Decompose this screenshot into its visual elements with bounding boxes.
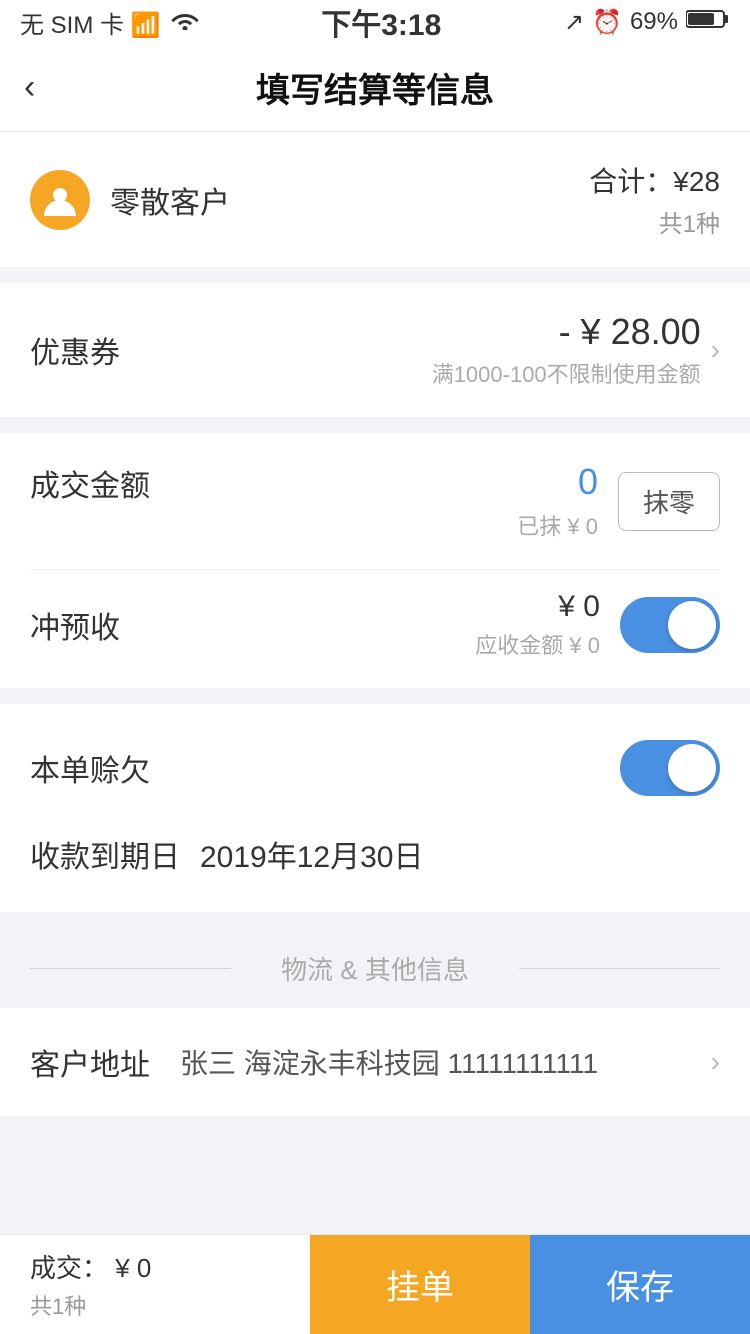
amount-value: 0: [517, 461, 598, 503]
customer-left: 零散客户: [30, 170, 230, 230]
wifi-icon: [171, 8, 199, 37]
sim-signal: 无 SIM 卡 📶: [20, 5, 161, 40]
alarm-icon: ⏰: [592, 8, 622, 37]
coupon-row[interactable]: 优惠券 - ¥ 28.00 满1000-100不限制使用金额 ›: [0, 283, 750, 417]
amount-right: 0 已抹 ¥ 0 抹零: [517, 461, 720, 541]
status-bar: 无 SIM 卡 📶 下午3:18 ↗ ⏰ 69%: [0, 0, 750, 44]
bottom-bar: 成交： ¥ 0 共1种 挂单 保存: [0, 1234, 750, 1334]
coupon-section: 优惠券 - ¥ 28.00 满1000-100不限制使用金额 ›: [0, 283, 750, 417]
status-left: 无 SIM 卡 📶: [20, 5, 199, 40]
debt-toggle-knob: [668, 744, 716, 792]
customer-section: 零散客户 合计：¥28 共1种: [0, 132, 750, 267]
bottom-deal-amount: 成交： ¥ 0: [30, 1248, 280, 1285]
debt-section: 本单赊欠 收款到期日 2019年12月30日: [0, 704, 750, 912]
address-section: 客户地址 张三 海淀永丰科技园 11111111111 ›: [0, 1008, 750, 1116]
prepay-sub: 应收金额 ¥ 0: [475, 628, 600, 660]
toggle-knob: [668, 601, 716, 649]
logistics-line-right: [519, 968, 720, 969]
prepay-right: ¥ 0 应收金额 ¥ 0: [475, 590, 720, 660]
prepay-value-group: ¥ 0 应收金额 ¥ 0: [475, 590, 600, 660]
round-button[interactable]: 抹零: [618, 472, 720, 531]
debt-row: 本单赊欠: [0, 704, 750, 832]
battery-icon: [686, 8, 730, 37]
amount-label: 成交金额: [30, 461, 150, 505]
logistics-line-left: [30, 968, 231, 969]
customer-row: 零散客户 合计：¥28 共1种: [0, 132, 750, 267]
coupon-chevron-icon: ›: [711, 334, 720, 366]
save-button[interactable]: 保存: [530, 1235, 750, 1334]
back-button[interactable]: ‹: [24, 68, 35, 107]
status-right: ↗ ⏰ 69%: [564, 8, 730, 37]
prepay-label: 冲预收: [30, 603, 120, 647]
prepay-row: 冲预收 ¥ 0 应收金额 ¥ 0: [0, 570, 750, 688]
amount-value-group: 0 已抹 ¥ 0: [517, 461, 598, 541]
customer-name: 零散客户: [110, 178, 230, 222]
address-label: 客户地址: [30, 1040, 150, 1084]
address-value: 张三 海淀永丰科技园 11111111111: [180, 1042, 711, 1082]
debt-label: 本单赊欠: [30, 746, 150, 790]
transaction-section: 成交金额 0 已抹 ¥ 0 抹零 冲预收 ¥ 0 应收金额 ¥ 0: [0, 433, 750, 688]
coupon-sub-text: 满1000-100不限制使用金额: [432, 357, 701, 389]
address-chevron-icon: ›: [711, 1046, 720, 1078]
coupon-right: - ¥ 28.00 满1000-100不限制使用金额 ›: [432, 311, 720, 389]
avatar: [30, 170, 90, 230]
hang-button[interactable]: 挂单: [310, 1235, 530, 1334]
customer-right: 合计：¥28 共1种: [589, 160, 720, 239]
logistics-header: 物流 & 其他信息: [0, 928, 750, 1008]
address-row[interactable]: 客户地址 张三 海淀永丰科技园 11111111111 ›: [0, 1008, 750, 1116]
due-date-label: 收款到期日: [30, 832, 180, 876]
amount-row: 成交金额 0 已抹 ¥ 0 抹零: [0, 433, 750, 569]
debt-toggle[interactable]: [620, 740, 720, 796]
prepay-toggle[interactable]: [620, 597, 720, 653]
coupon-amount: - ¥ 28.00: [432, 311, 701, 353]
customer-total: 合计：¥28: [589, 160, 720, 200]
coupon-label: 优惠券: [30, 328, 120, 372]
status-time: 下午3:18: [321, 0, 441, 44]
prepay-value: ¥ 0: [475, 590, 600, 624]
bottom-info: 成交： ¥ 0 共1种: [0, 1235, 310, 1334]
logistics-label: 物流 & 其他信息: [281, 950, 469, 987]
battery-level: 69%: [630, 8, 678, 36]
location-icon: ↗: [564, 8, 584, 37]
amount-sub: 已抹 ¥ 0: [517, 509, 598, 541]
page-title: 填写结算等信息: [256, 63, 494, 112]
nav-bar: ‹ 填写结算等信息: [0, 44, 750, 132]
due-date-value: 2019年12月30日: [200, 832, 423, 876]
customer-count: 共1种: [589, 204, 720, 239]
due-date-row: 收款到期日 2019年12月30日: [0, 832, 750, 912]
bottom-item-count: 共1种: [30, 1289, 280, 1321]
